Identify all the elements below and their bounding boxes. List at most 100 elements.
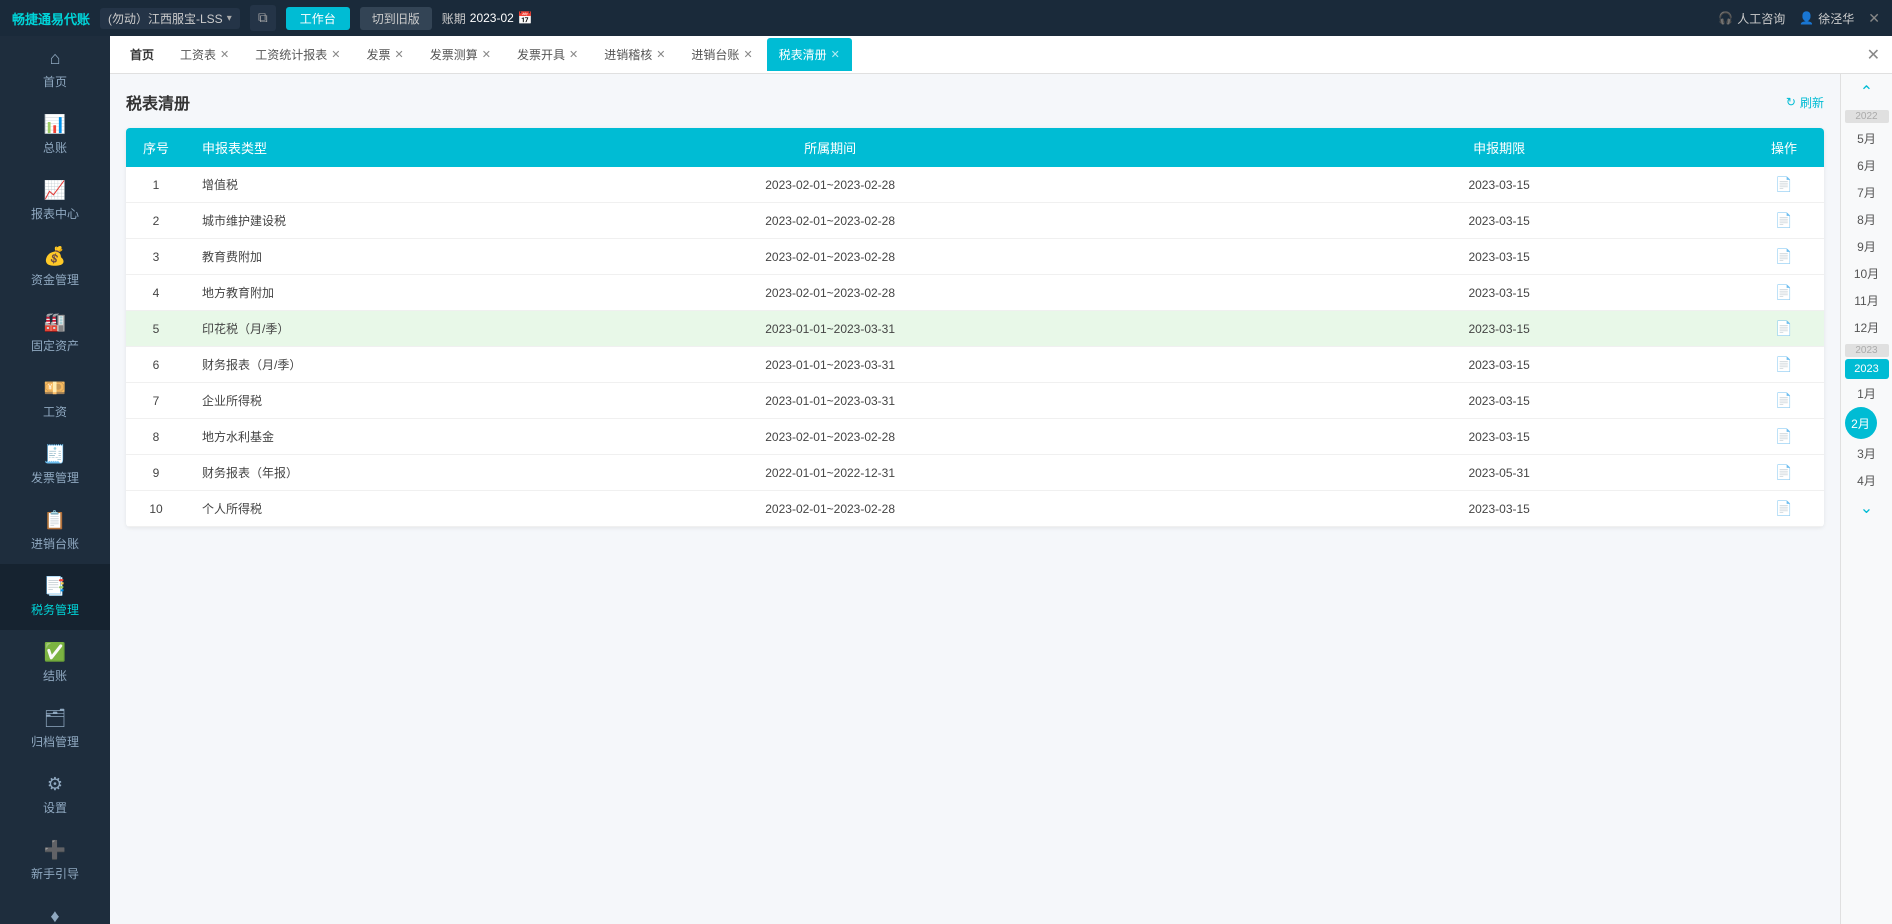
action-icon-3[interactable]: 📄 xyxy=(1775,248,1792,264)
top-bar: 畅捷通易代账 (勿动）江西服宝-LSS ▾ ⧉ 工作台 切到旧版 账期 2023… xyxy=(0,0,1892,36)
sidebar-item-archive[interactable]: 🗂归档管理 xyxy=(0,696,110,762)
tab-invoice-calc[interactable]: 发票测算 ✕ xyxy=(418,38,503,71)
calendar-month-2022-10月[interactable]: 10月 xyxy=(1845,260,1889,286)
calendar-icon[interactable]: 📅 xyxy=(518,11,533,25)
calendar-year-2022: 2022 xyxy=(1845,110,1889,123)
cell-period: 2023-02-01~2023-02-28 xyxy=(406,203,1254,239)
action-icon-2[interactable]: 📄 xyxy=(1775,212,1792,228)
sidebar-item-label: 发票管理 xyxy=(31,469,79,486)
calendar-month-2022-5月[interactable]: 5月 xyxy=(1845,125,1889,151)
sidebar-item-report[interactable]: 📈报表中心 xyxy=(0,168,110,234)
archive-icon: 🗂 xyxy=(44,708,67,729)
refresh-button[interactable]: ↻ 刷新 xyxy=(1786,94,1824,111)
tab-close-invoice-calc[interactable]: ✕ xyxy=(482,48,491,61)
cell-deadline: 2023-03-15 xyxy=(1254,275,1744,311)
sidebar-item-home[interactable]: ⌂首页 xyxy=(0,36,110,102)
cell-type: 城市维护建设税 xyxy=(186,203,406,239)
calendar-month-2023-1月[interactable]: 1月 xyxy=(1845,380,1889,406)
sidebar-item-label: 新手引导 xyxy=(31,865,79,882)
calendar-month-2022-9月[interactable]: 9月 xyxy=(1845,233,1889,259)
action-icon-8[interactable]: 📄 xyxy=(1775,428,1792,444)
tab-purchase-check[interactable]: 进销稽核✕ xyxy=(592,38,677,71)
calendar-scroll-up[interactable]: ⌃ xyxy=(1856,78,1877,106)
sidebar-item-fixed[interactable]: 🏭固定资产 xyxy=(0,300,110,366)
sidebar-item-salary[interactable]: 💴工资 xyxy=(0,366,110,432)
sidebar-item-purchase[interactable]: 📋进销台账 xyxy=(0,498,110,564)
cell-deadline: 2023-03-15 xyxy=(1254,419,1744,455)
tab-salary-table[interactable]: 工资表 ✕ xyxy=(168,38,241,71)
sidebar-item-label: 税务管理 xyxy=(31,601,79,618)
sidebar-item-member[interactable]: ♦畅会员 xyxy=(0,894,110,924)
calendar-month-2022-7月[interactable]: 7月 xyxy=(1845,179,1889,205)
tab-tax-list[interactable]: 税表清册✕ xyxy=(767,38,852,71)
cell-action: 📄 xyxy=(1744,167,1824,203)
cell-no: 2 xyxy=(126,203,186,239)
tab-invoice-open[interactable]: 发票开具✕ xyxy=(505,38,590,71)
sidebar-item-guide[interactable]: ➕新手引导 xyxy=(0,828,110,894)
tab-close-purchase-check[interactable]: ✕ xyxy=(656,48,665,61)
tab-close-salary-report[interactable]: ✕ xyxy=(331,48,340,61)
calendar-month-2022-11月[interactable]: 11月 xyxy=(1845,287,1889,313)
tab-label: 工资表 xyxy=(180,46,216,63)
cell-action: 📄 xyxy=(1744,455,1824,491)
copy-icon[interactable]: ⧉ xyxy=(250,5,276,31)
calendar-month-2022-8月[interactable]: 8月 xyxy=(1845,206,1889,232)
sidebar-item-ledger[interactable]: 📊总账 xyxy=(0,102,110,168)
action-icon-1[interactable]: 📄 xyxy=(1775,176,1792,192)
sidebar-item-tax[interactable]: 📑税务管理 xyxy=(0,564,110,630)
calendar-panel: ⌃ 20225月6月7月8月9月10月11月12月202320231月2月3月4… xyxy=(1840,74,1892,924)
action-icon-7[interactable]: 📄 xyxy=(1775,392,1792,408)
user-profile[interactable]: 👤 徐泾华 xyxy=(1799,10,1854,27)
company-selector[interactable]: (勿动）江西服宝-LSS ▾ xyxy=(100,8,240,29)
calendar-month-2022-6月[interactable]: 6月 xyxy=(1845,152,1889,178)
table-row: 6 财务报表（月/季） 2023-01-01~2023-03-31 2023-0… xyxy=(126,347,1824,383)
col-action: 操作 xyxy=(1744,128,1824,167)
action-icon-10[interactable]: 📄 xyxy=(1775,500,1792,516)
sidebar-item-label: 总账 xyxy=(43,139,67,156)
user-consult[interactable]: 🎧 人工咨询 xyxy=(1718,10,1785,27)
cell-deadline: 2023-03-15 xyxy=(1254,203,1744,239)
calendar-month-2023-4月[interactable]: 4月 xyxy=(1845,467,1889,493)
calendar-month-2023-2月[interactable]: 2月 xyxy=(1845,407,1877,439)
tab-close-invoice-tab[interactable]: ✕ xyxy=(395,48,404,61)
refresh-icon: ↻ xyxy=(1786,95,1796,109)
tab-purchase-ledger[interactable]: 进销台账 ✕ xyxy=(679,38,764,71)
tab-close-purchase-ledger[interactable]: ✕ xyxy=(743,48,752,61)
action-icon-9[interactable]: 📄 xyxy=(1775,464,1792,480)
close-all-tabs[interactable]: ✕ xyxy=(1863,41,1884,69)
settings-icon: ⚙ xyxy=(47,774,63,795)
close-window-icon[interactable]: ✕ xyxy=(1868,10,1880,27)
switch-button[interactable]: 切到旧版 xyxy=(360,7,432,30)
tab-label: 发票测算 xyxy=(430,46,478,63)
sidebar-item-settings[interactable]: ⚙设置 xyxy=(0,762,110,828)
calendar-scroll-down[interactable]: ⌄ xyxy=(1856,494,1877,522)
calendar-year-2023: 2023 xyxy=(1845,344,1889,357)
sidebar-item-label: 固定资产 xyxy=(31,337,79,354)
page-header: 税表清册 ↻ 刷新 xyxy=(126,90,1824,114)
cell-type: 地方水利基金 xyxy=(186,419,406,455)
sidebar-item-fund[interactable]: 💰资金管理 xyxy=(0,234,110,300)
tax-table: 序号 申报表类型 所属期间 申报期限 操作 1 增值税 2023-02-01~2… xyxy=(126,128,1824,527)
action-icon-5[interactable]: 📄 xyxy=(1775,320,1792,336)
tab-close-tax-list[interactable]: ✕ xyxy=(831,48,840,61)
action-icon-4[interactable]: 📄 xyxy=(1775,284,1792,300)
workbench-button[interactable]: 工作台 xyxy=(286,7,350,30)
tab-home[interactable]: 首页 xyxy=(118,38,166,71)
tab-salary-report[interactable]: 工资统计报表✕ xyxy=(243,38,352,71)
calendar-month-2023-3月[interactable]: 3月 xyxy=(1845,440,1889,466)
headset-icon: 🎧 xyxy=(1718,11,1733,25)
sidebar-item-settlement[interactable]: ✅结账 xyxy=(0,630,110,696)
action-icon-6[interactable]: 📄 xyxy=(1775,356,1792,372)
cell-no: 9 xyxy=(126,455,186,491)
table-row: 8 地方水利基金 2023-02-01~2023-02-28 2023-03-1… xyxy=(126,419,1824,455)
tab-close-invoice-open[interactable]: ✕ xyxy=(569,48,578,61)
table-row: 3 教育费附加 2023-02-01~2023-02-28 2023-03-15… xyxy=(126,239,1824,275)
tab-close-salary-table[interactable]: ✕ xyxy=(220,48,229,61)
sidebar-item-invoice[interactable]: 🧾发票管理 xyxy=(0,432,110,498)
cell-period: 2023-02-01~2023-02-28 xyxy=(406,491,1254,527)
cell-no: 8 xyxy=(126,419,186,455)
tab-label: 进销台账 xyxy=(691,46,739,63)
cell-period: 2023-02-01~2023-02-28 xyxy=(406,275,1254,311)
tab-invoice-tab[interactable]: 发票✕ xyxy=(354,38,415,71)
calendar-month-2022-12月[interactable]: 12月 xyxy=(1845,314,1889,340)
